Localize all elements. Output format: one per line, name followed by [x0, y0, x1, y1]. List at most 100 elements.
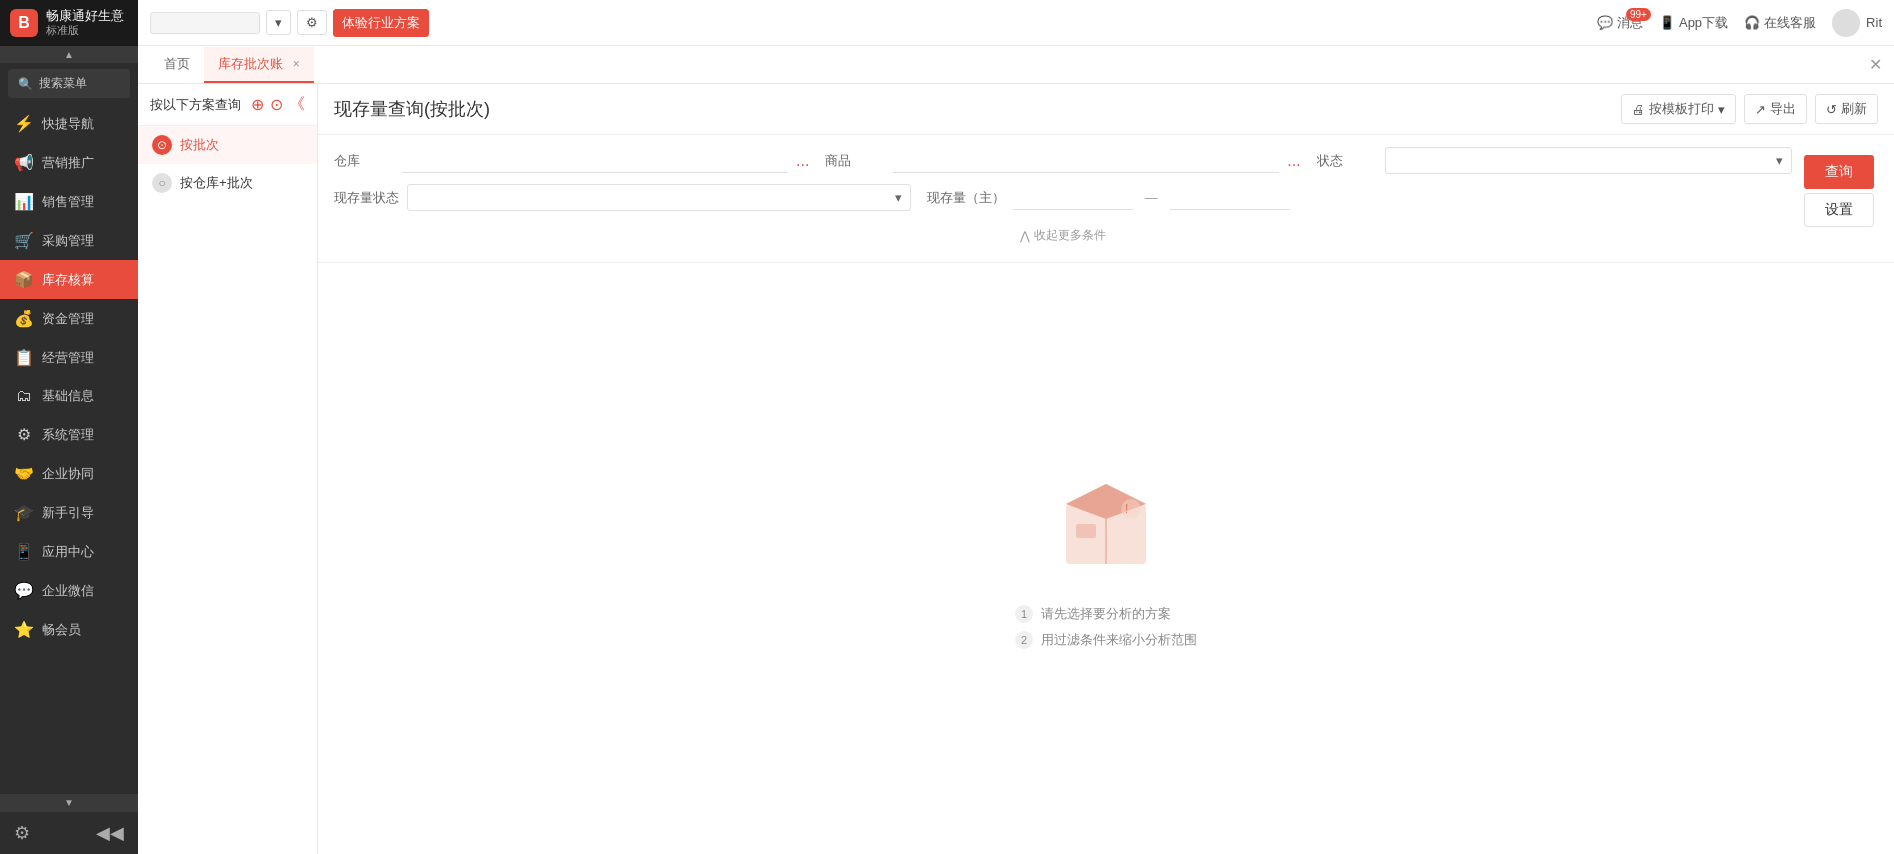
sidebar-item-label: 企业微信 [42, 582, 94, 600]
sales-icon: 📊 [14, 192, 34, 211]
tab-close-btn[interactable]: × [293, 57, 300, 71]
member-icon: ⭐ [14, 620, 34, 639]
product-filter-dots[interactable]: ... [1287, 152, 1300, 170]
svg-point-5 [1121, 499, 1141, 519]
print-btn[interactable]: 🖨 按模板打印 ▾ [1621, 94, 1736, 124]
inv-status-label: 现存量状态 [334, 189, 399, 207]
marketing-icon: 📢 [14, 153, 34, 172]
scheme-warehouse-batch[interactable]: ○ 按仓库+批次 [138, 164, 317, 202]
sidebar-item-purchase[interactable]: 🛒 采购管理 [0, 221, 138, 260]
sidebar-item-newbie[interactable]: 🎓 新手引导 [0, 493, 138, 532]
online-support-btn[interactable]: 🎧 在线客服 [1744, 14, 1816, 32]
refresh-btn[interactable]: ↺ 刷新 [1815, 94, 1878, 124]
refresh-icon: ↺ [1826, 102, 1837, 117]
experience-btn[interactable]: 体验行业方案 [333, 9, 429, 37]
tip-2-text: 用过滤条件来缩小分析范围 [1041, 631, 1197, 649]
export-icon: ↗ [1755, 102, 1766, 117]
inv-qty-min-input[interactable] [1013, 186, 1133, 210]
messages-btn[interactable]: 💬 消息 99+ [1597, 14, 1643, 32]
product-filter-input[interactable] [893, 149, 1279, 173]
topbar-search-input[interactable] [150, 12, 260, 34]
app-logo: B [10, 9, 38, 37]
svg-rect-4 [1076, 524, 1096, 538]
collapse-icon[interactable]: ◀◀ [96, 822, 124, 844]
user-avatar [1832, 9, 1860, 37]
empty-tips: 1 请先选择要分析的方案 2 用过滤条件来缩小分析范围 [1015, 605, 1197, 649]
main-area: ▾ ⚙ 体验行业方案 💬 消息 99+ 📱 App下载 🎧 在线客服 Rit [138, 0, 1894, 854]
add-scheme-btn[interactable]: ⊕ [251, 95, 264, 114]
sidebar-item-finance[interactable]: 💰 资金管理 [0, 299, 138, 338]
global-close-btn[interactable]: ✕ [1869, 55, 1882, 74]
sidebar-item-inventory[interactable]: 📦 库存核算 [0, 260, 138, 299]
right-panel: 现存量查询(按批次) 🖨 按模板打印 ▾ ↗ 导出 ↺ 刷新 [318, 84, 1894, 854]
sidebar-item-wechat[interactable]: 💬 企业微信 [0, 571, 138, 610]
inv-status-filter-group: 现存量状态 ▾ [334, 184, 911, 211]
tab-home[interactable]: 首页 [150, 47, 204, 83]
search-icon: 🔍 [18, 77, 33, 91]
status-filter-select[interactable]: ▾ [1385, 147, 1792, 174]
phone-icon: 📱 [1659, 15, 1675, 30]
action-btns-area: 查询 设置 [1800, 147, 1878, 250]
collapse-icon: ⋀ [1020, 229, 1030, 243]
sidebar-item-shortcut[interactable]: ⚡ 快捷导航 [0, 104, 138, 143]
sidebar-scroll-down[interactable]: ▼ [0, 794, 138, 811]
app-download-btn[interactable]: 📱 App下载 [1659, 14, 1728, 32]
sidebar-item-sales[interactable]: 📊 销售管理 [0, 182, 138, 221]
empty-state-illustration: ! [1046, 469, 1166, 589]
sidebar-item-system[interactable]: ⚙ 系统管理 [0, 415, 138, 454]
dropdown-arrow-btn[interactable]: ▾ [266, 10, 291, 35]
empty-tip-1: 1 请先选择要分析的方案 [1015, 605, 1197, 623]
sidebar-item-operations[interactable]: 📋 经营管理 [0, 338, 138, 377]
sidebar-scroll-up[interactable]: ▲ [0, 46, 138, 63]
basic-icon: 🗂 [14, 387, 34, 405]
tabbar: 首页 库存批次账 × ✕ [138, 46, 1894, 84]
sidebar-item-label: 系统管理 [42, 426, 94, 444]
user-menu[interactable]: Rit [1832, 9, 1882, 37]
export-btn[interactable]: ↗ 导出 [1744, 94, 1807, 124]
sidebar-item-member[interactable]: ⭐ 畅会员 [0, 610, 138, 649]
status-filter-group: 状态 ▾ [1317, 147, 1792, 174]
inv-qty-separator: — [1141, 190, 1162, 205]
sidebar-item-label: 快捷导航 [42, 115, 94, 133]
scheme-warehouse-batch-icon: ○ [152, 173, 172, 193]
shortcut-icon: ⚡ [14, 114, 34, 133]
page-actions: 🖨 按模板打印 ▾ ↗ 导出 ↺ 刷新 [1621, 94, 1878, 124]
filter-settings-btn[interactable]: 设置 [1804, 193, 1874, 227]
product-filter-label: 商品 [825, 152, 885, 170]
tab-label: 库存批次账 [218, 56, 283, 71]
left-panel-header: 按以下方案查询 ⊕ ⊙ 《 [138, 84, 317, 126]
print-dropdown-icon: ▾ [1718, 102, 1725, 117]
page-title-bar: 现存量查询(按批次) 🖨 按模板打印 ▾ ↗ 导出 ↺ 刷新 [318, 84, 1894, 135]
settings-scheme-btn[interactable]: ⊙ [270, 95, 283, 114]
warehouse-filter-dots[interactable]: ... [796, 152, 809, 170]
apps-icon: 📱 [14, 542, 34, 561]
message-icon: 💬 [1597, 15, 1613, 30]
collapse-panel-btn[interactable]: 《 [289, 94, 305, 115]
sidebar-item-enterprise[interactable]: 🤝 企业协同 [0, 454, 138, 493]
sidebar-item-label: 基础信息 [42, 387, 94, 405]
left-panel-title: 按以下方案查询 [150, 96, 241, 114]
tab-inventory-batch[interactable]: 库存批次账 × [204, 47, 314, 83]
sidebar-item-marketing[interactable]: 📢 营销推广 [0, 143, 138, 182]
query-btn[interactable]: 查询 [1804, 155, 1874, 189]
inv-qty-max-input[interactable] [1170, 186, 1290, 210]
sidebar-nav: ⚡ 快捷导航 📢 营销推广 📊 销售管理 🛒 采购管理 📦 库存核算 💰 资金管… [0, 104, 138, 794]
warehouse-filter-input[interactable] [402, 149, 788, 173]
collapse-label: 收起更多条件 [1034, 227, 1106, 244]
sidebar-item-label: 企业协同 [42, 465, 94, 483]
inv-status-select[interactable]: ▾ [407, 184, 911, 211]
filter-row-1: 仓库 ... 商品 ... 状态 [334, 147, 1792, 174]
filter-area: 仓库 ... 商品 ... 状态 [318, 135, 1894, 263]
topbar: ▾ ⚙ 体验行业方案 💬 消息 99+ 📱 App下载 🎧 在线客服 Rit [138, 0, 1894, 46]
settings-icon[interactable]: ⚙ [14, 822, 30, 844]
sidebar-item-basic[interactable]: 🗂 基础信息 [0, 377, 138, 415]
scheme-batch[interactable]: ⊙ 按批次 [138, 126, 317, 164]
settings-gear-btn[interactable]: ⚙ [297, 10, 327, 35]
sidebar-item-apps[interactable]: 📱 应用中心 [0, 532, 138, 571]
inv-status-dropdown-icon: ▾ [895, 190, 902, 205]
refresh-label: 刷新 [1841, 100, 1867, 118]
sidebar-item-label: 采购管理 [42, 232, 94, 250]
sidebar: B 畅康通好生意 标准版 ▲ 🔍 搜索菜单 ⚡ 快捷导航 📢 营销推广 📊 销售… [0, 0, 138, 854]
sidebar-search[interactable]: 🔍 搜索菜单 [8, 69, 130, 98]
collapse-filters-btn[interactable]: ⋀ 收起更多条件 [334, 221, 1792, 250]
